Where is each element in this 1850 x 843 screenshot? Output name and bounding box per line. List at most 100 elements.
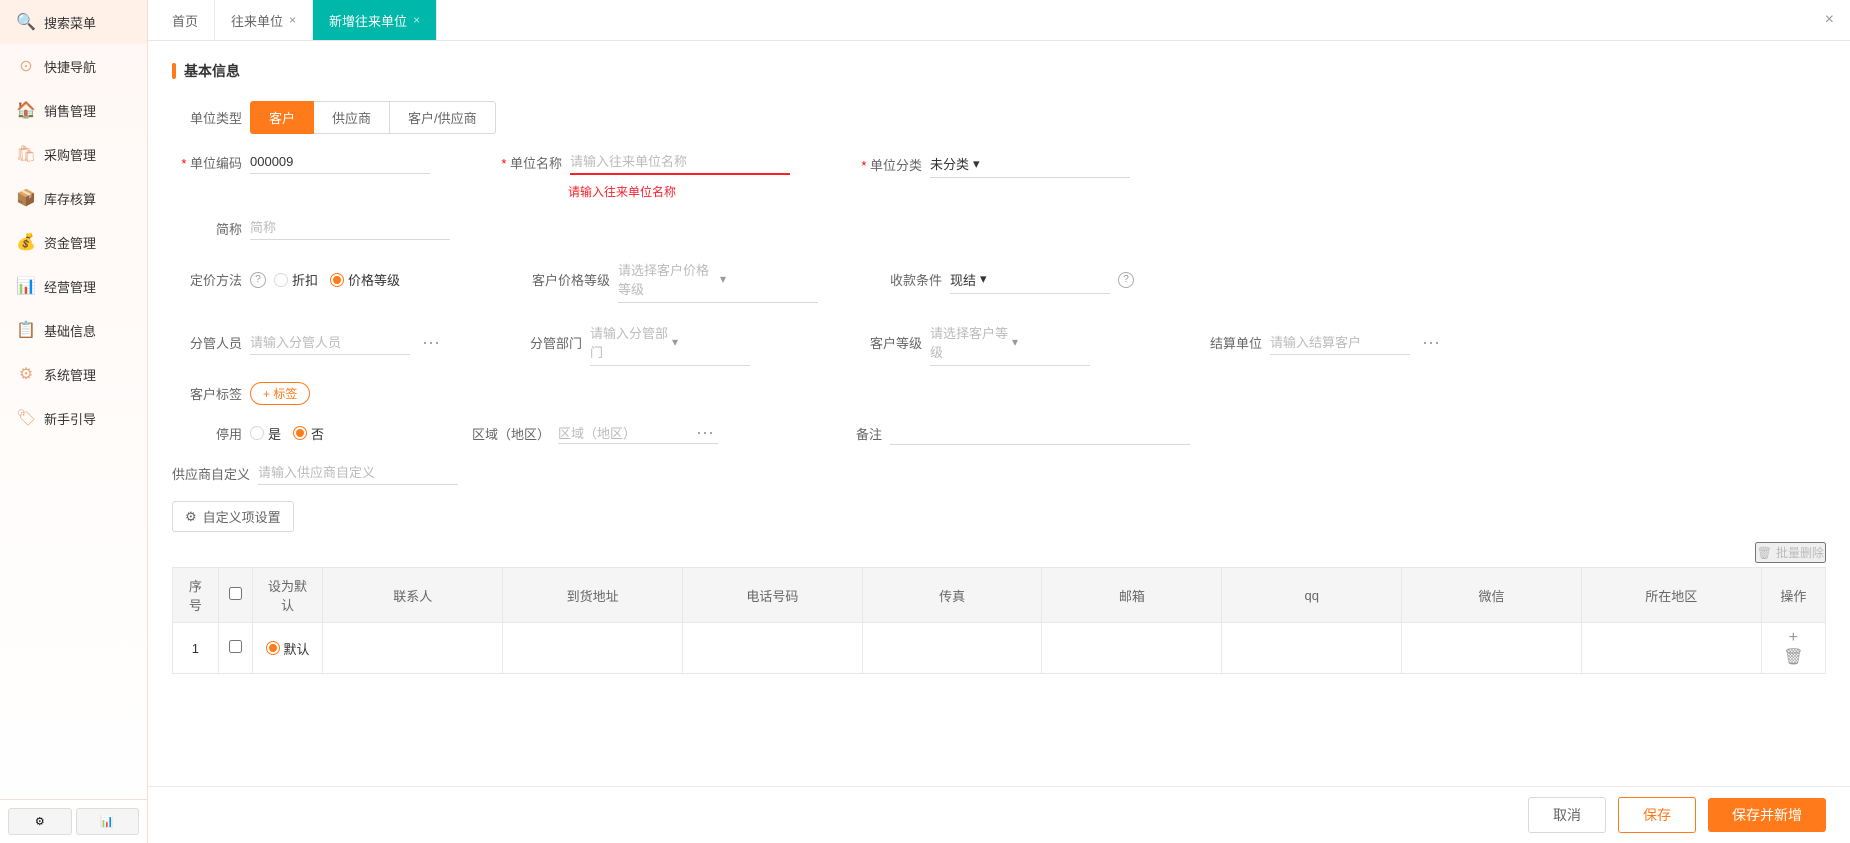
unit-type-both-btn[interactable]: 客户/供应商 [390,101,496,134]
sidebar-item-basicinfo[interactable]: 📋 基础信息 [0,308,147,352]
row-qq-input[interactable] [1232,641,1391,656]
settlement-input[interactable] [1270,331,1410,355]
tab-new-trading-unit[interactable]: 新增往来单位 × [313,0,437,40]
row-phone[interactable] [682,623,862,674]
row-phone-input[interactable] [693,641,852,656]
sidebar-item-beginner[interactable]: 🏷 新手引导 [0,396,147,440]
pricing-help-icon[interactable]: ? [250,272,266,288]
sidebar-item-finance[interactable]: 💰 资金管理 [0,220,147,264]
contact-table: 序号 设为默认 联系人 到货地址 电话号码 传真 邮箱 qq 微信 所在地区 操… [172,567,1826,674]
close-all-button[interactable]: × [1817,11,1842,29]
footer: 取消 保存 保存并新增 [148,786,1850,843]
sidebar-item-inventory[interactable]: 📦 库存核算 [0,176,147,220]
beginner-icon: 🏷 [16,408,36,428]
sidebar-item-search[interactable]: 🔍 搜索菜单 [0,0,147,44]
supplier-custom-input[interactable] [258,461,458,485]
abbr-input[interactable] [250,216,450,240]
sidebar-item-label: 搜索菜单 [44,13,96,32]
disable-no-radio[interactable] [293,426,307,440]
row-contact-input[interactable] [333,641,492,656]
row-wechat-input[interactable] [1412,641,1571,656]
cancel-button[interactable]: 取消 [1528,797,1606,833]
row-fax-input[interactable] [873,641,1032,656]
sidebar-item-system[interactable]: ⚙ 系统管理 [0,352,147,396]
disable-no-option[interactable]: 否 [293,424,324,443]
unit-code-field: 单位编码 [172,150,492,174]
row-contact[interactable] [323,623,503,674]
table-row: 1 默认 [173,623,1826,674]
row-checkbox[interactable] [229,640,242,653]
row-add-button[interactable]: + [1786,629,1801,647]
pricing-discount-option[interactable]: 折扣 [274,270,318,289]
pricing-level-radio[interactable] [330,273,344,287]
operations-icon: 📊 [16,276,36,296]
pricing-method-label: 定价方法 [172,270,242,289]
unit-code-input[interactable] [250,150,430,174]
row-region[interactable] [1581,623,1761,674]
unit-name-input[interactable] [570,150,790,175]
save-new-button[interactable]: 保存并新增 [1708,798,1826,832]
pricing-discount-radio[interactable] [274,273,288,287]
manager-label: 分管人员 [172,333,242,352]
remark-input[interactable] [890,421,1190,445]
row-fax[interactable] [862,623,1042,674]
abbr-field: 简称 [172,216,492,240]
sidebar-btn2[interactable]: 📊 [76,808,140,835]
custom-settings-button[interactable]: ⚙ 自定义项设置 [172,501,294,532]
customer-price-value: 请选择客户价格等级 [618,260,716,298]
row-address[interactable] [503,623,683,674]
pricing-level-option[interactable]: 价格等级 [330,270,400,289]
region-more-icon[interactable]: ··· [692,422,718,443]
disable-yes-option[interactable]: 是 [250,424,281,443]
customer-price-select[interactable]: 请选择客户价格等级 ▾ [618,256,818,303]
row-email[interactable] [1042,623,1222,674]
tab-new-trading-unit-close[interactable]: × [413,13,420,27]
sidebar-item-label: 销售管理 [44,101,96,120]
sidebar-item-quicknav[interactable]: ⊙ 快捷导航 [0,44,147,88]
select-all-checkbox[interactable] [229,587,242,600]
customer-tag-row: 客户标签 + 标签 [172,382,1826,405]
settlement-more-icon[interactable]: ··· [1418,332,1444,353]
tab-trading-units[interactable]: 往来单位 × [215,0,313,40]
unit-type-supplier-btn[interactable]: 供应商 [314,101,390,134]
row-email-input[interactable] [1052,641,1211,656]
unit-category-select[interactable]: 未分类 ▾ [930,150,1130,178]
payment-terms-help-icon[interactable]: ? [1118,272,1134,288]
section-icon-bar [172,63,176,79]
sidebar-item-operations[interactable]: 📊 经营管理 [0,264,147,308]
sidebar-btn1[interactable]: ⚙ [8,808,72,835]
section-title: 基本信息 [172,61,1826,81]
pricing-level-label: 价格等级 [348,270,400,289]
department-select[interactable]: 请输入分管部门 ▾ [590,319,750,366]
table-header: 🗑 批量删除 [172,542,1826,563]
manager-input[interactable] [250,331,410,355]
payment-terms-select[interactable]: 现结 ▾ [950,266,1110,294]
row-wechat[interactable] [1402,623,1582,674]
pricing-radio-group: 折扣 价格等级 [274,270,400,289]
customer-level-select[interactable]: 请选择客户等级 ▾ [930,319,1090,366]
manager-more-icon[interactable]: ··· [418,332,444,353]
row-default-radio[interactable] [266,641,280,655]
unit-type-customer-btn[interactable]: 客户 [250,101,314,134]
sidebar-item-sales[interactable]: 🏠 销售管理 [0,88,147,132]
region-label: 区域（地区） [472,424,550,443]
tab-trading-units-close[interactable]: × [289,13,296,27]
sidebar-item-purchase[interactable]: 🛍 采购管理 [0,132,147,176]
pricing-discount-label: 折扣 [292,270,318,289]
tab-home[interactable]: 首页 [156,0,215,40]
row-delete-button[interactable]: 🗑 [1780,647,1806,667]
disable-yes-radio[interactable] [250,426,264,440]
remark-field: 备注 [812,421,1826,445]
department-field: 分管部门 请输入分管部门 ▾ [512,319,832,366]
row-region-input[interactable] [1592,641,1751,656]
row-checkbox-cell [218,623,252,674]
unit-category-arrow-icon: ▾ [973,156,980,172]
row-address-input[interactable] [513,641,672,656]
batch-delete-button[interactable]: 🗑 批量删除 [1755,542,1826,563]
save-button[interactable]: 保存 [1618,797,1696,833]
department-arrow-icon: ▾ [672,335,750,349]
row-qq[interactable] [1222,623,1402,674]
pricing-row: 定价方法 ? 折扣 价格等级 客户价格等级 请选择客户价格等级 [172,256,1826,303]
customer-level-value: 请选择客户等级 [930,323,1008,361]
add-tag-button[interactable]: + 标签 [250,382,310,405]
